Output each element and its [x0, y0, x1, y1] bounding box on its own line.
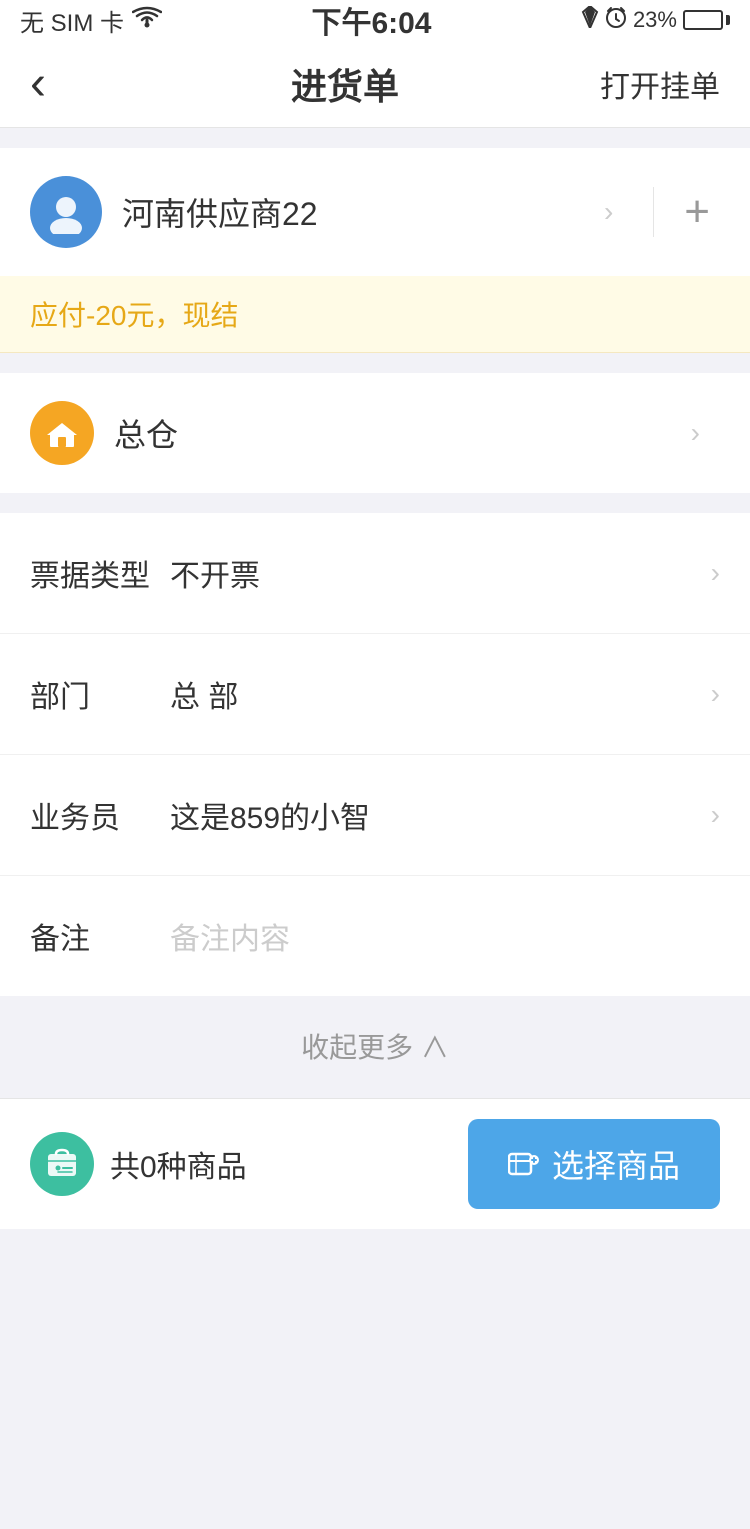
status-time: 下午6:04 [311, 0, 431, 42]
supplier-avatar [30, 176, 102, 248]
section-gap-1 [0, 128, 750, 148]
department-chevron-icon: › [711, 678, 720, 710]
select-product-button[interactable]: 选择商品 [468, 1119, 720, 1209]
add-supplier-button[interactable]: + [674, 187, 720, 237]
select-product-label: 选择商品 [552, 1141, 680, 1187]
warehouse-chevron-icon: › [691, 417, 700, 449]
supplier-chevron-icon: › [604, 196, 613, 228]
warehouse-name: 总仓 [114, 410, 691, 456]
remark-label: 备注 [30, 914, 160, 958]
remark-input[interactable]: 备注内容 [160, 914, 720, 958]
invoice-type-value: 不开票 [160, 551, 711, 595]
status-carrier: 无 SIM 卡 [20, 3, 162, 38]
carrier-text: 无 SIM 卡 [20, 3, 124, 38]
form-section: 票据类型 不开票 › 部门 总 部 › 业务员 这是859的小智 › 备注 备注… [0, 513, 750, 996]
salesperson-value: 这是859的小智 [160, 793, 711, 837]
invoice-type-label: 票据类型 [30, 551, 160, 595]
invoice-type-chevron-icon: › [711, 557, 720, 589]
alarm-icon [605, 6, 627, 34]
back-button[interactable]: ‹ [30, 56, 90, 111]
salesperson-label: 业务员 [30, 793, 160, 837]
status-bar: 无 SIM 卡 下午6:04 23% [0, 0, 750, 40]
wifi-icon [132, 6, 162, 35]
product-icon [30, 1132, 94, 1196]
status-icons: 23% [581, 6, 730, 34]
invoice-type-row[interactable]: 票据类型 不开票 › [0, 513, 750, 634]
supplier-row[interactable]: 河南供应商22 › + [0, 148, 750, 276]
page-title: 进货单 [291, 58, 399, 110]
department-value: 总 部 [160, 672, 711, 716]
open-pending-button[interactable]: 打开挂单 [600, 62, 720, 106]
supplier-divider [653, 187, 654, 237]
remark-row[interactable]: 备注 备注内容 [0, 876, 750, 996]
supplier-name: 河南供应商22 [122, 189, 604, 235]
salesperson-chevron-icon: › [711, 799, 720, 831]
warehouse-section: 总仓 › [0, 373, 750, 493]
alert-text: 应付-20元，现结 [30, 300, 238, 331]
supplier-section: 河南供应商22 › + 应付-20元，现结 [0, 148, 750, 353]
battery-percent: 23% [633, 7, 677, 33]
department-label: 部门 [30, 672, 160, 716]
battery-icon [683, 10, 730, 30]
warehouse-icon [30, 401, 94, 465]
location-icon [581, 6, 599, 34]
nav-bar: ‹ 进货单 打开挂单 [0, 40, 750, 128]
collapse-label: 收起更多 ∧ [301, 1026, 449, 1066]
page-background [0, 1229, 750, 1529]
department-row[interactable]: 部门 总 部 › [0, 634, 750, 755]
salesperson-row[interactable]: 业务员 这是859的小智 › [0, 755, 750, 876]
product-count: 共0种商品 [110, 1142, 468, 1186]
alert-banner: 应付-20元，现结 [0, 276, 750, 353]
collapse-row[interactable]: 收起更多 ∧ [0, 996, 750, 1096]
bottom-bar: 共0种商品 选择商品 [0, 1098, 750, 1229]
warehouse-row[interactable]: 总仓 › [0, 373, 750, 493]
